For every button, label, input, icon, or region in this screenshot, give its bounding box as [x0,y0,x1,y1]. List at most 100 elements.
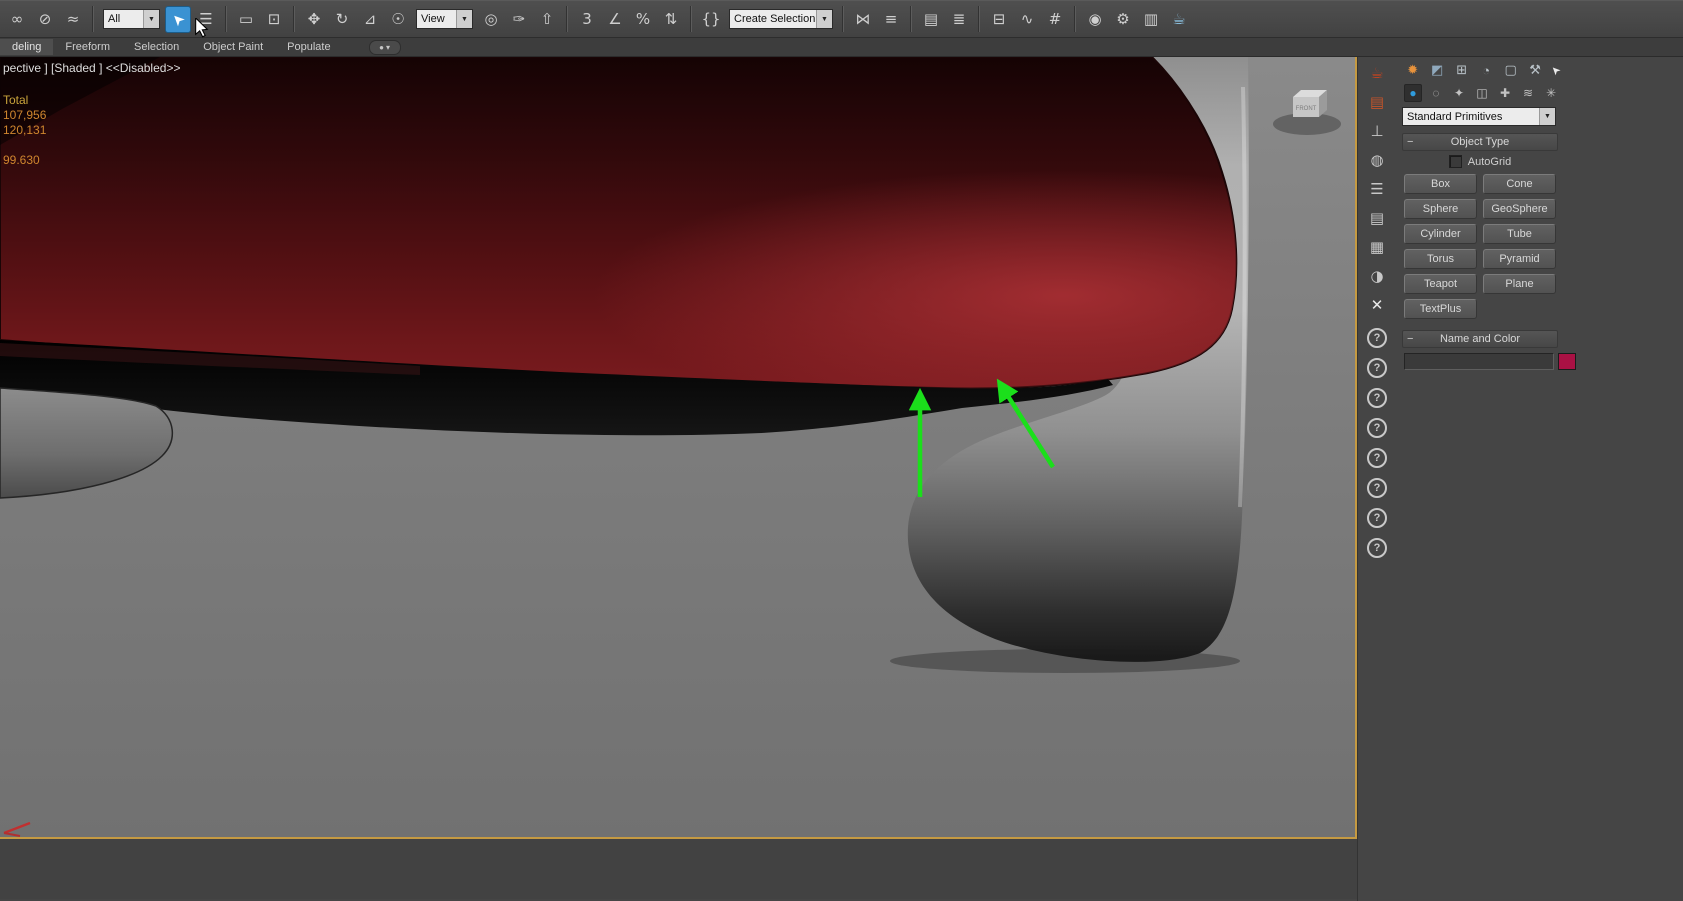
percent-snap-toggle[interactable]: % [630,6,656,33]
select-and-link-icon: ∞ [10,9,24,28]
objtype-cylinder-button[interactable]: Cylinder [1404,224,1477,244]
align[interactable]: ≡ [878,6,904,33]
objtype-tube-button[interactable]: Tube [1483,224,1556,244]
window-crossing-toggle[interactable]: ⊡ [261,6,287,33]
sphere-icon[interactable]: ◑ [1365,265,1389,287]
tab-create[interactable]: ✹ [1404,62,1421,78]
ribbon-tab-deling[interactable]: deling [0,39,54,55]
toolbar-separator [978,6,980,32]
select-by-name[interactable]: ☰ [193,6,219,33]
toggle-layer-explorer[interactable]: ≣ [946,6,972,33]
render-setup[interactable]: ⚙ [1110,6,1136,33]
selection-filter[interactable]: All ▼ [103,9,160,29]
ribbon-tab-object-paint[interactable]: Object Paint [191,39,275,55]
subtab-cameras[interactable]: ◫ [1473,84,1491,102]
teapot-icon[interactable]: ☕ [1365,62,1389,84]
ribbon-tab-populate[interactable]: Populate [275,39,342,55]
help-icon[interactable]: ? [1367,478,1387,498]
select-object[interactable]: ➤ [165,5,191,33]
objtype-cone-button[interactable]: Cone [1483,174,1556,194]
name-color-rollout-title: Name and Color [1439,333,1521,345]
render-production[interactable]: ☕ [1166,6,1192,33]
help-icon[interactable]: ? [1367,418,1387,438]
use-pivot-point-center[interactable]: ◎ [478,6,504,33]
named-selection-sets[interactable]: Create Selection Se▼ [729,9,833,29]
lathe-stack-icon[interactable]: ☰ [1365,178,1389,200]
toggle-ribbon[interactable]: ⊟ [986,6,1012,33]
select-and-link[interactable]: ∞ [4,6,30,33]
material-editor[interactable]: ◉ [1082,6,1108,33]
object-name-input[interactable] [1404,353,1554,370]
chest-icon[interactable]: ▤ [1365,91,1389,113]
spinner-snap-toggle[interactable]: ⇅ [658,6,684,33]
select-and-move[interactable]: ✥ [301,6,327,33]
ribbon-tab-selection[interactable]: Selection [122,39,191,55]
keyboard-shortcut-override[interactable]: ⇧ [534,6,560,33]
name-color-rollout-header[interactable]: − Name and Color [1402,330,1558,348]
rendered-frame-window[interactable]: ▥ [1138,6,1164,33]
autogrid-checkbox[interactable] [1448,155,1462,168]
subtab-lights[interactable]: ✦ [1450,84,1468,102]
objtype-teapot-button[interactable]: Teapot [1404,274,1477,294]
tab-modify[interactable]: ◩ [1428,62,1445,78]
plumb-icon[interactable]: ⊥ [1365,120,1389,142]
percent-snap-toggle-icon: % [635,9,651,28]
help-icon[interactable]: ? [1367,508,1387,528]
primitives-category-value: Standard Primitives [1407,110,1503,123]
subtab-systems[interactable]: ✳ [1542,84,1560,102]
render-setup-icon: ⚙ [1116,9,1130,28]
tab-hierarchy[interactable]: ⊞ [1453,62,1470,78]
ribbon-tabs: deling Freeform Selection Object Paint Popul… [0,39,343,55]
help-icon[interactable]: ? [1367,448,1387,468]
angle-snap-toggle[interactable]: ∠ [602,6,628,33]
unlink-selection[interactable]: ⊘ [32,6,58,33]
curve-editor[interactable]: ∿ [1014,6,1040,33]
object-color-swatch[interactable] [1558,353,1576,370]
objtype-textplus-button[interactable]: TextPlus [1404,299,1477,319]
use-pivot-point-center-icon: ◎ [484,9,498,28]
objtype-torus-button[interactable]: Torus [1404,249,1477,269]
viewport-label[interactable]: pective ] [Shaded ] <<Disabled>> [3,61,180,75]
checker-sphere-icon[interactable]: ◍ [1365,149,1389,171]
viewport-statistics: Total 107,956 120,131 99.630 [3,93,46,168]
objtype-pyramid-button[interactable]: Pyramid [1483,249,1556,269]
bind-to-space-warp[interactable]: ≈ [60,6,86,33]
help-icon[interactable]: ? [1367,538,1387,558]
select-and-rotate[interactable]: ↻ [329,6,355,33]
tab-motion[interactable]: ◔ [1477,63,1494,78]
objtype-plane-button[interactable]: Plane [1483,274,1556,294]
schematic-view[interactable]: # [1042,6,1068,33]
select-and-manipulate[interactable]: ✑ [506,6,532,33]
primitives-category-dropdown[interactable]: Standard Primitives ▼ [1402,107,1556,126]
pattern-icon[interactable]: ▦ [1365,236,1389,258]
help-icon[interactable]: ? [1367,328,1387,348]
tab-display[interactable]: ▢ [1502,62,1519,78]
select-and-place[interactable]: ☉ [385,6,411,33]
rectangular-selection-region[interactable]: ▭ [233,6,259,33]
toggle-scene-explorer[interactable]: ▤ [918,6,944,33]
snaps-toggle-3d[interactable]: 3 [574,6,600,33]
close-icon[interactable]: ✕ [1365,294,1389,316]
subtab-helpers[interactable]: ✚ [1496,84,1514,102]
collapse-icon: − [1407,333,1414,345]
ribbon-options-button[interactable]: ● ▾ [368,39,401,55]
edit-named-selection-sets[interactable]: {} [698,6,724,33]
select-and-scale[interactable]: ⊿ [357,6,383,33]
objtype-box-button[interactable]: Box [1404,174,1477,194]
perspective-viewport[interactable]: FRONT pective ] [Shaded ] <<Disabled>> T… [0,57,1357,839]
reference-coordinate-system[interactable]: View ▼ [416,9,473,29]
objtype-geosphere-button[interactable]: GeoSphere [1483,199,1556,219]
layer-stack-icon[interactable]: ▤ [1365,207,1389,229]
tab-utilities[interactable]: ⚒ [1526,62,1543,78]
object-type-rollout-header[interactable]: − Object Type [1402,133,1558,151]
help-icon[interactable]: ? [1367,388,1387,408]
subtab-space-warps[interactable]: ≋ [1519,84,1537,102]
help-icon[interactable]: ? [1367,358,1387,378]
mirror[interactable]: ⋈ [850,6,876,33]
objtype-sphere-button[interactable]: Sphere [1404,199,1477,219]
edit-named-selection-sets-icon: {} [701,9,721,28]
3ds-max-window: ∞ ⊘ ≈ All ▼ ➤ ☰ ▭ ⊡ ✥ ↻ ⊿ ☉ View ▼ ◎ ✑ ⇧ 3 ∠% ⇅ {} Create Sele… [0,0,1683,901]
subtab-shapes[interactable]: ◌ [1427,84,1445,102]
ribbon-tab-freeform[interactable]: Freeform [53,39,122,55]
subtab-geometry[interactable]: ● [1404,83,1422,102]
